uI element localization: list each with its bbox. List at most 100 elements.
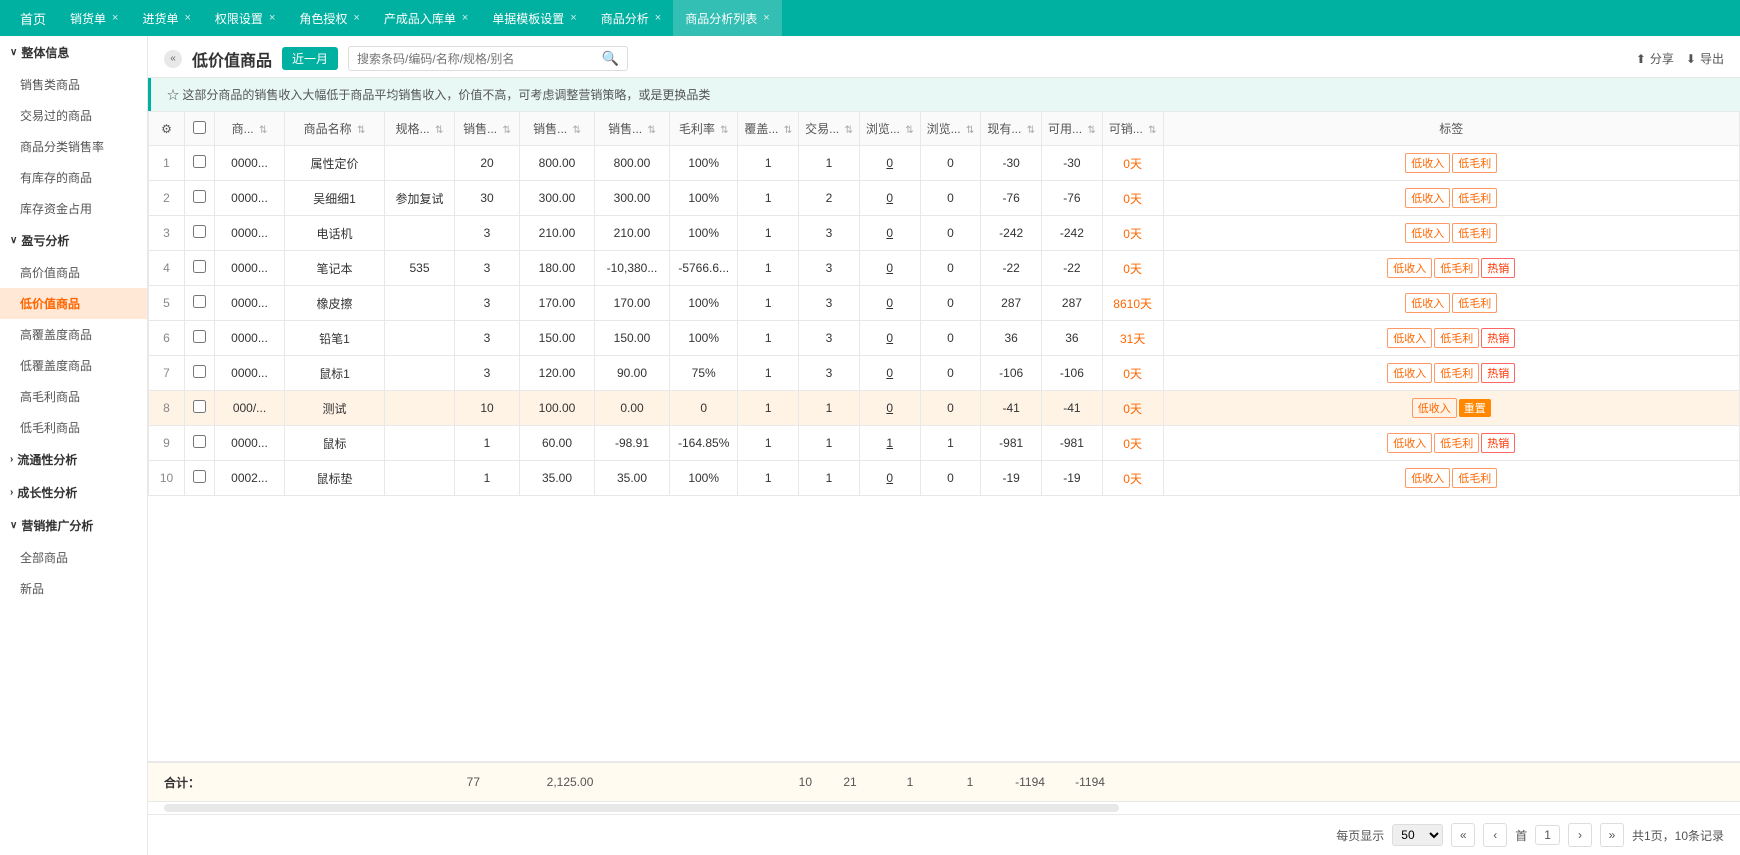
row-view1[interactable]: 0 (859, 181, 920, 216)
col-stock1-header[interactable]: 现有... ⇅ (981, 112, 1042, 146)
row-checkbox-cell[interactable] (185, 356, 215, 391)
close-permissions[interactable]: × (269, 12, 275, 24)
close-sales-order[interactable]: × (112, 12, 118, 24)
sidebar-item-traded-goods[interactable]: 交易过的商品 (0, 100, 147, 131)
row-view1[interactable]: 0 (859, 286, 920, 321)
sidebar-item-high-margin[interactable]: 高毛利商品 (0, 381, 147, 412)
search-icon[interactable]: 🔍 (602, 50, 619, 67)
period-button[interactable]: 近一月 (282, 47, 338, 70)
col-settings[interactable]: ⚙ (149, 112, 185, 146)
sidebar-item-new-goods[interactable]: 新品 (0, 573, 147, 604)
row-checkbox-cell[interactable] (185, 216, 215, 251)
col-code-header[interactable]: 商... ⇅ (215, 112, 285, 146)
close-template-settings[interactable]: × (570, 12, 576, 24)
sidebar-item-low-margin[interactable]: 低毛利商品 (0, 412, 147, 443)
row-checkbox-cell[interactable] (185, 181, 215, 216)
col-check[interactable] (185, 112, 215, 146)
sidebar-group-circulation[interactable]: › 流通性分析 (0, 443, 147, 476)
col-trade-header[interactable]: 交易... ⇅ (799, 112, 860, 146)
row-checkbox[interactable] (193, 225, 206, 238)
sidebar-item-capital[interactable]: 库存资金占用 (0, 193, 147, 224)
col-sale-amount-header[interactable]: 销售... ⇅ (595, 112, 670, 146)
view1-link[interactable]: 1 (886, 436, 893, 450)
col-stock2-header[interactable]: 可用... ⇅ (1042, 112, 1103, 146)
view1-link[interactable]: 0 (886, 471, 893, 485)
view1-link[interactable]: 0 (886, 156, 893, 170)
share-button[interactable]: ⬆ 分享 (1636, 50, 1674, 67)
first-page-button[interactable]: « (1451, 823, 1475, 847)
row-checkbox-cell[interactable] (185, 321, 215, 356)
view1-link[interactable]: 0 (886, 366, 893, 380)
row-view1[interactable]: 1 (859, 426, 920, 461)
row-checkbox-cell[interactable] (185, 286, 215, 321)
search-input[interactable] (357, 52, 602, 66)
row-checkbox[interactable] (193, 330, 206, 343)
col-stock3-header[interactable]: 可销... ⇅ (1102, 112, 1163, 146)
row-checkbox[interactable] (193, 155, 206, 168)
sidebar-group-marketing[interactable]: ∨ 营销推广分析 (0, 509, 147, 542)
sidebar-group-profit[interactable]: ∨ 盈亏分析 (0, 224, 147, 257)
row-checkbox[interactable] (193, 435, 206, 448)
close-goods-analysis-list[interactable]: × (763, 12, 769, 24)
close-role-auth[interactable]: × (353, 12, 359, 24)
row-view1[interactable]: 0 (859, 146, 920, 181)
row-checkbox[interactable] (193, 260, 206, 273)
col-sale-price-header[interactable]: 销售... ⇅ (520, 112, 595, 146)
row-checkbox-cell[interactable] (185, 391, 215, 426)
view1-link[interactable]: 0 (886, 331, 893, 345)
col-cover-header[interactable]: 覆盖... ⇅ (738, 112, 799, 146)
row-checkbox[interactable] (193, 190, 206, 203)
col-sale-qty-header[interactable]: 销售... ⇅ (455, 112, 520, 146)
row-view1[interactable]: 0 (859, 391, 920, 426)
collapse-sidebar-button[interactable]: « (164, 50, 182, 68)
col-margin-header[interactable]: 毛利率 ⇅ (670, 112, 738, 146)
row-checkbox-cell[interactable] (185, 251, 215, 286)
sidebar-item-low-coverage[interactable]: 低覆盖度商品 (0, 350, 147, 381)
nav-goods-analysis[interactable]: 商品分析 × (589, 0, 673, 36)
sidebar-item-category-sales[interactable]: 商品分类销售率 (0, 131, 147, 162)
sidebar-item-all-goods[interactable]: 全部商品 (0, 542, 147, 573)
nav-home[interactable]: 首页 (8, 0, 58, 36)
prev-page-button[interactable]: ‹ (1483, 823, 1507, 847)
select-all-checkbox[interactable] (193, 121, 206, 134)
sidebar-group-overall[interactable]: ∨ 整体信息 (0, 36, 147, 69)
nav-product-warehouse[interactable]: 产成品入库单 × (372, 0, 480, 36)
close-product-warehouse[interactable]: × (462, 12, 468, 24)
view1-link[interactable]: 0 (886, 401, 893, 415)
view1-link[interactable]: 0 (886, 226, 893, 240)
col-view1-header[interactable]: 浏览... ⇅ (859, 112, 920, 146)
sidebar-group-growth[interactable]: › 成长性分析 (0, 476, 147, 509)
nav-role-auth[interactable]: 角色授权 × (287, 0, 371, 36)
row-view1[interactable]: 0 (859, 216, 920, 251)
nav-template-settings[interactable]: 单据模板设置 × (480, 0, 588, 36)
sidebar-item-low-value[interactable]: 低价值商品 (0, 288, 147, 319)
view1-link[interactable]: 0 (886, 191, 893, 205)
col-view2-header[interactable]: 浏览... ⇅ (920, 112, 981, 146)
row-checkbox-cell[interactable] (185, 426, 215, 461)
col-name-header[interactable]: 商品名称 ⇅ (285, 112, 385, 146)
row-view1[interactable]: 0 (859, 321, 920, 356)
row-checkbox[interactable] (193, 365, 206, 378)
sidebar-item-high-value[interactable]: 高价值商品 (0, 257, 147, 288)
row-view1[interactable]: 0 (859, 461, 920, 496)
per-page-select[interactable]: 50 100 200 (1392, 824, 1443, 846)
row-checkbox[interactable] (193, 295, 206, 308)
nav-permissions[interactable]: 权限设置 × (203, 0, 287, 36)
next-page-button[interactable]: › (1568, 823, 1592, 847)
col-spec-header[interactable]: 规格... ⇅ (385, 112, 455, 146)
close-purchase-order[interactable]: × (184, 12, 190, 24)
row-checkbox[interactable] (193, 470, 206, 483)
view1-link[interactable]: 0 (886, 296, 893, 310)
sidebar-item-sales-goods[interactable]: 销售类商品 (0, 69, 147, 100)
view1-link[interactable]: 0 (886, 261, 893, 275)
row-checkbox-cell[interactable] (185, 146, 215, 181)
row-view1[interactable]: 0 (859, 356, 920, 391)
nav-purchase-order[interactable]: 进货单 × (130, 0, 202, 36)
export-button[interactable]: ⬇ 导出 (1686, 50, 1724, 67)
close-goods-analysis[interactable]: × (655, 12, 661, 24)
sidebar-item-in-stock[interactable]: 有库存的商品 (0, 162, 147, 193)
row-view1[interactable]: 0 (859, 251, 920, 286)
row-checkbox[interactable] (193, 400, 206, 413)
last-page-button[interactable]: » (1600, 823, 1624, 847)
row-checkbox-cell[interactable] (185, 461, 215, 496)
